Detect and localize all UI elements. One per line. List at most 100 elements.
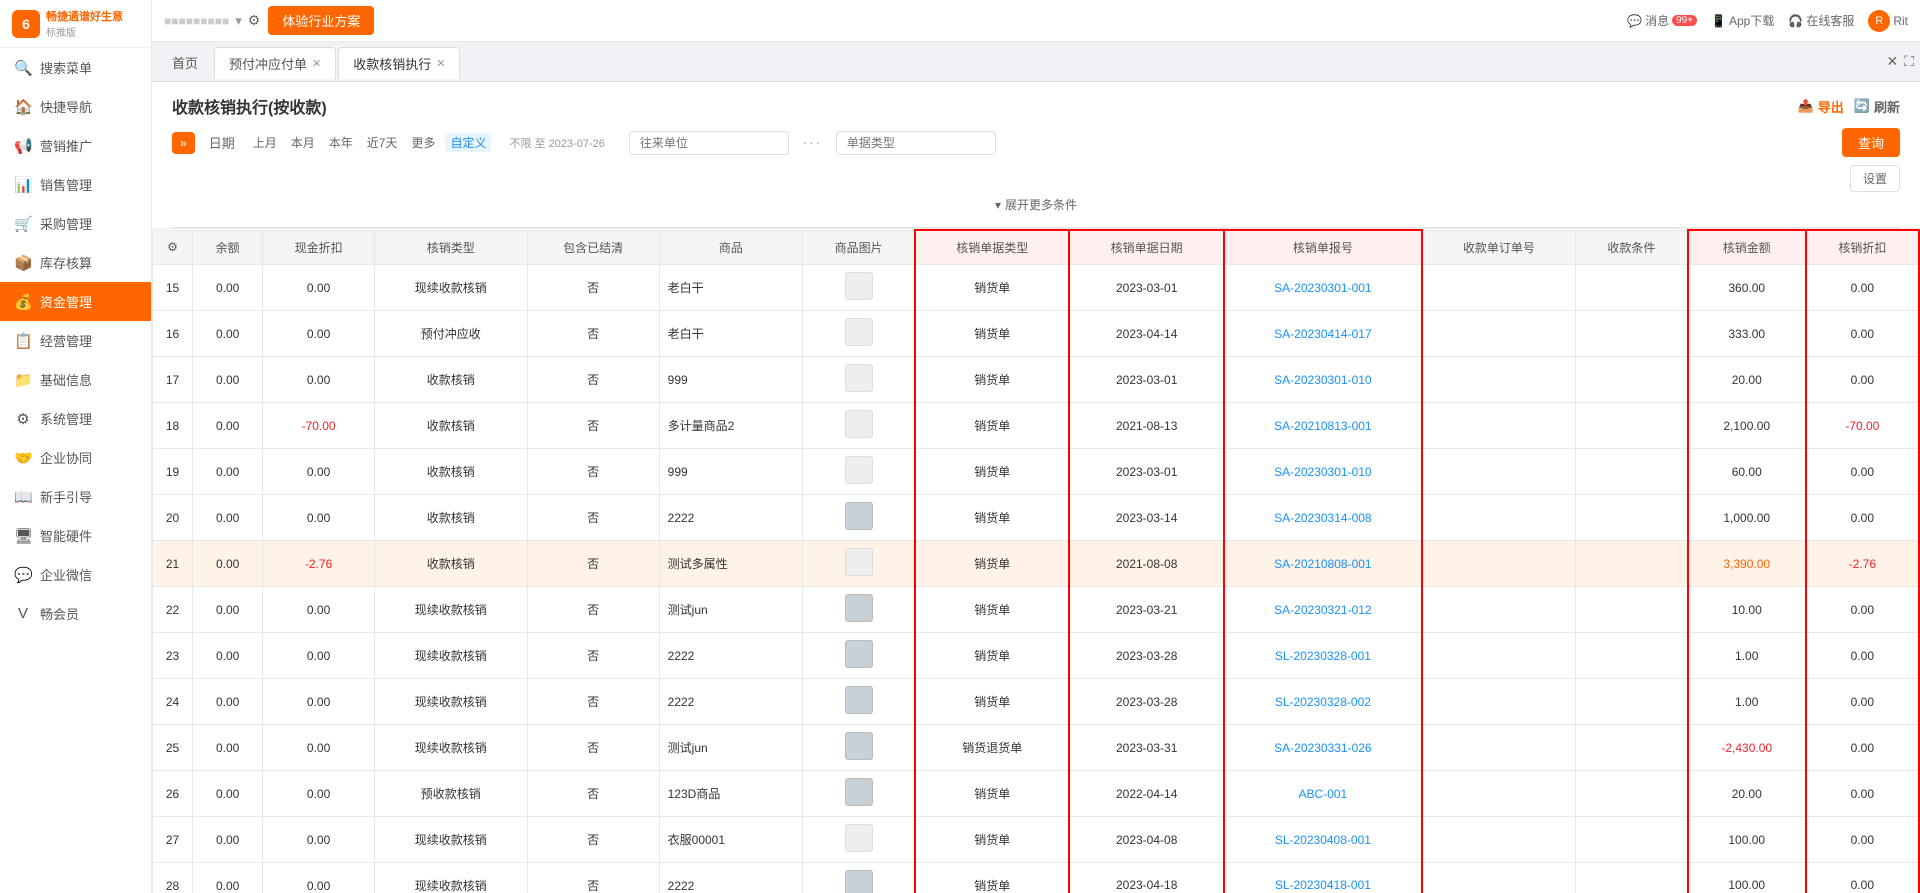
- col-header-balance: 余额: [193, 230, 263, 265]
- cell-goods-image: [803, 817, 915, 863]
- bill-no-link[interactable]: SA-20230314-008: [1274, 511, 1371, 525]
- cell-goods: 多计量商品2: [659, 403, 803, 449]
- cell-id: 23: [153, 633, 193, 679]
- bill-no-link[interactable]: SL-20230418-001: [1275, 878, 1371, 892]
- col-header-included-settled: 包含已结清: [527, 230, 659, 265]
- cell-verify-bill-no: SA-20230301-001: [1224, 265, 1422, 311]
- sidebar-item-企业微信[interactable]: 💬企业微信: [0, 555, 151, 594]
- online-service-item[interactable]: 🎧 在线客服: [1788, 12, 1854, 29]
- close-prepay-tab-icon[interactable]: ✕: [312, 57, 321, 70]
- more-options-icon[interactable]: ···: [803, 135, 822, 150]
- cell-verify-bill-date: 2023-03-31: [1069, 725, 1223, 771]
- cell-included-settled: 否: [527, 817, 659, 863]
- cell-verify-discount: 0.00: [1806, 311, 1919, 357]
- bill-no-link[interactable]: SL-20230328-001: [1275, 649, 1371, 663]
- bill-no-link[interactable]: SA-20230301-001: [1274, 281, 1371, 295]
- sidebar-item-营销推广[interactable]: 📢营销推广: [0, 126, 151, 165]
- cell-verify-amount: 20.00: [1688, 771, 1806, 817]
- expand-more-button[interactable]: ▾ 展开更多条件: [172, 192, 1900, 217]
- page-title: 收款核销执行(按收款): [172, 94, 327, 118]
- cell-verify-bill-type: 销货单: [915, 311, 1069, 357]
- filter-expand-button[interactable]: »: [172, 132, 195, 154]
- sidebar-item-搜索菜单[interactable]: 🔍搜索菜单: [0, 48, 151, 87]
- message-icon-item[interactable]: 💬 消息 99+: [1627, 12, 1697, 29]
- brand-placeholder: ■■■■■■■■■: [164, 14, 229, 28]
- date-this-year-btn[interactable]: 本年: [325, 132, 357, 153]
- sidebar-item-系统管理[interactable]: ⚙系统管理: [0, 399, 151, 438]
- export-button[interactable]: 📤 导出: [1798, 97, 1844, 116]
- bill-no-link[interactable]: SL-20230408-001: [1275, 833, 1371, 847]
- from-unit-input[interactable]: [629, 131, 789, 155]
- sidebar-item-采购管理[interactable]: 🛒采购管理: [0, 204, 151, 243]
- date-last-month-btn[interactable]: 上月: [249, 132, 281, 153]
- cell-balance: 0.00: [193, 817, 263, 863]
- sidebar-item-销售管理[interactable]: 📊销售管理: [0, 165, 151, 204]
- tab-expand-button[interactable]: ⛶: [1904, 53, 1914, 70]
- tab-home[interactable]: 首页: [158, 47, 212, 78]
- user-name-item[interactable]: R Rit: [1868, 10, 1908, 32]
- bill-no-link[interactable]: SA-20230414-017: [1274, 327, 1371, 341]
- refresh-button[interactable]: 🔄 刷新: [1854, 97, 1900, 116]
- cell-verify-type: 收款核销: [374, 357, 527, 403]
- bill-no-link[interactable]: ABC-001: [1299, 787, 1348, 801]
- cell-verify-type: 现续收款核销: [374, 725, 527, 771]
- cell-included-settled: 否: [527, 265, 659, 311]
- tab-close-button[interactable]: ✕: [1886, 53, 1898, 70]
- sidebar-item-畅会员[interactable]: V畅会员: [0, 594, 151, 633]
- sidebar-item-新手引导[interactable]: 📖新手引导: [0, 477, 151, 516]
- date-more-btn[interactable]: 更多: [407, 132, 439, 153]
- sidebar-item-库存核算[interactable]: 📦库存核算: [0, 243, 151, 282]
- cell-verify-amount: -2,430.00: [1688, 725, 1806, 771]
- logo-icon: 6: [12, 10, 40, 38]
- cell-cash-discount: 0.00: [263, 771, 375, 817]
- bill-no-link[interactable]: SA-20230301-010: [1274, 373, 1371, 387]
- sidebar-item-智能硬件[interactable]: 🖥智能硬件: [0, 516, 151, 555]
- solution-button[interactable]: 体验行业方案: [268, 6, 374, 35]
- bill-no-link[interactable]: SA-20230331-026: [1274, 741, 1371, 755]
- app-download-item[interactable]: 📱 App下载: [1711, 12, 1774, 29]
- cell-receipt-condition: [1575, 449, 1687, 495]
- sidebar-item-快捷导航[interactable]: 🏠快捷导航: [0, 87, 151, 126]
- sidebar-item-资金管理[interactable]: 💰资金管理: [0, 282, 151, 321]
- cell-verify-amount: 1,000.00: [1688, 495, 1806, 541]
- top-bar-brand: ■■■■■■■■■ ▾ ⚙: [164, 12, 260, 29]
- sidebar-item-企业协同[interactable]: 🤝企业协同: [0, 438, 151, 477]
- table-row: 22 0.00 0.00 现续收款核销 否 测试jun 销货单 2023-03-…: [153, 587, 1920, 633]
- sidebar-item-经营管理[interactable]: 📋经营管理: [0, 321, 151, 360]
- cell-verify-bill-no: SL-20230328-002: [1224, 679, 1422, 725]
- chevron-down-icon[interactable]: ▾: [235, 13, 242, 29]
- bill-no-link[interactable]: SA-20210813-001: [1274, 419, 1371, 433]
- query-button[interactable]: 查询: [1842, 128, 1900, 157]
- sidebar-logo: 6 畅捷通谱好生意 标推版: [0, 0, 151, 48]
- cell-goods: 999: [659, 357, 803, 403]
- cell-included-settled: 否: [527, 449, 659, 495]
- bill-no-link[interactable]: SL-20230328-002: [1275, 695, 1371, 709]
- date-custom-btn[interactable]: 自定义: [445, 133, 491, 152]
- cell-verify-discount: -70.00: [1806, 403, 1919, 449]
- cell-verify-bill-type: 销货单: [915, 633, 1069, 679]
- cell-cash-discount: -2.76: [263, 541, 375, 587]
- tab-verify[interactable]: 收款核销执行 ✕: [338, 47, 460, 79]
- col-header-receipt-order-no: 收款单订单号: [1422, 230, 1576, 265]
- cell-verify-bill-no: SL-20230408-001: [1224, 817, 1422, 863]
- date-7days-btn[interactable]: 近7天: [363, 132, 402, 153]
- bill-no-link[interactable]: SA-20230301-010: [1274, 465, 1371, 479]
- cell-id: 15: [153, 265, 193, 311]
- bill-no-link[interactable]: SA-20230321-012: [1274, 603, 1371, 617]
- cell-id: 27: [153, 817, 193, 863]
- close-verify-tab-icon[interactable]: ✕: [436, 57, 445, 70]
- cell-goods-image: [803, 495, 915, 541]
- settings-button[interactable]: 设置: [1850, 165, 1900, 192]
- cell-balance: 0.00: [193, 771, 263, 817]
- cell-verify-amount: 100.00: [1688, 817, 1806, 863]
- cell-verify-discount: 0.00: [1806, 587, 1919, 633]
- date-this-month-btn[interactable]: 本月: [287, 132, 319, 153]
- sidebar-item-基础信息[interactable]: 📁基础信息: [0, 360, 151, 399]
- table-row: 27 0.00 0.00 现续收款核销 否 衣服00001 销货单 2023-0…: [153, 817, 1920, 863]
- cell-receipt-order-no: [1422, 863, 1576, 893]
- cell-goods: 999: [659, 449, 803, 495]
- gear-icon[interactable]: ⚙: [248, 12, 261, 29]
- bill-no-link[interactable]: SA-20210808-001: [1274, 557, 1371, 571]
- tab-prepay[interactable]: 预付冲应付单 ✕: [214, 47, 336, 79]
- voucher-type-input[interactable]: [836, 131, 996, 155]
